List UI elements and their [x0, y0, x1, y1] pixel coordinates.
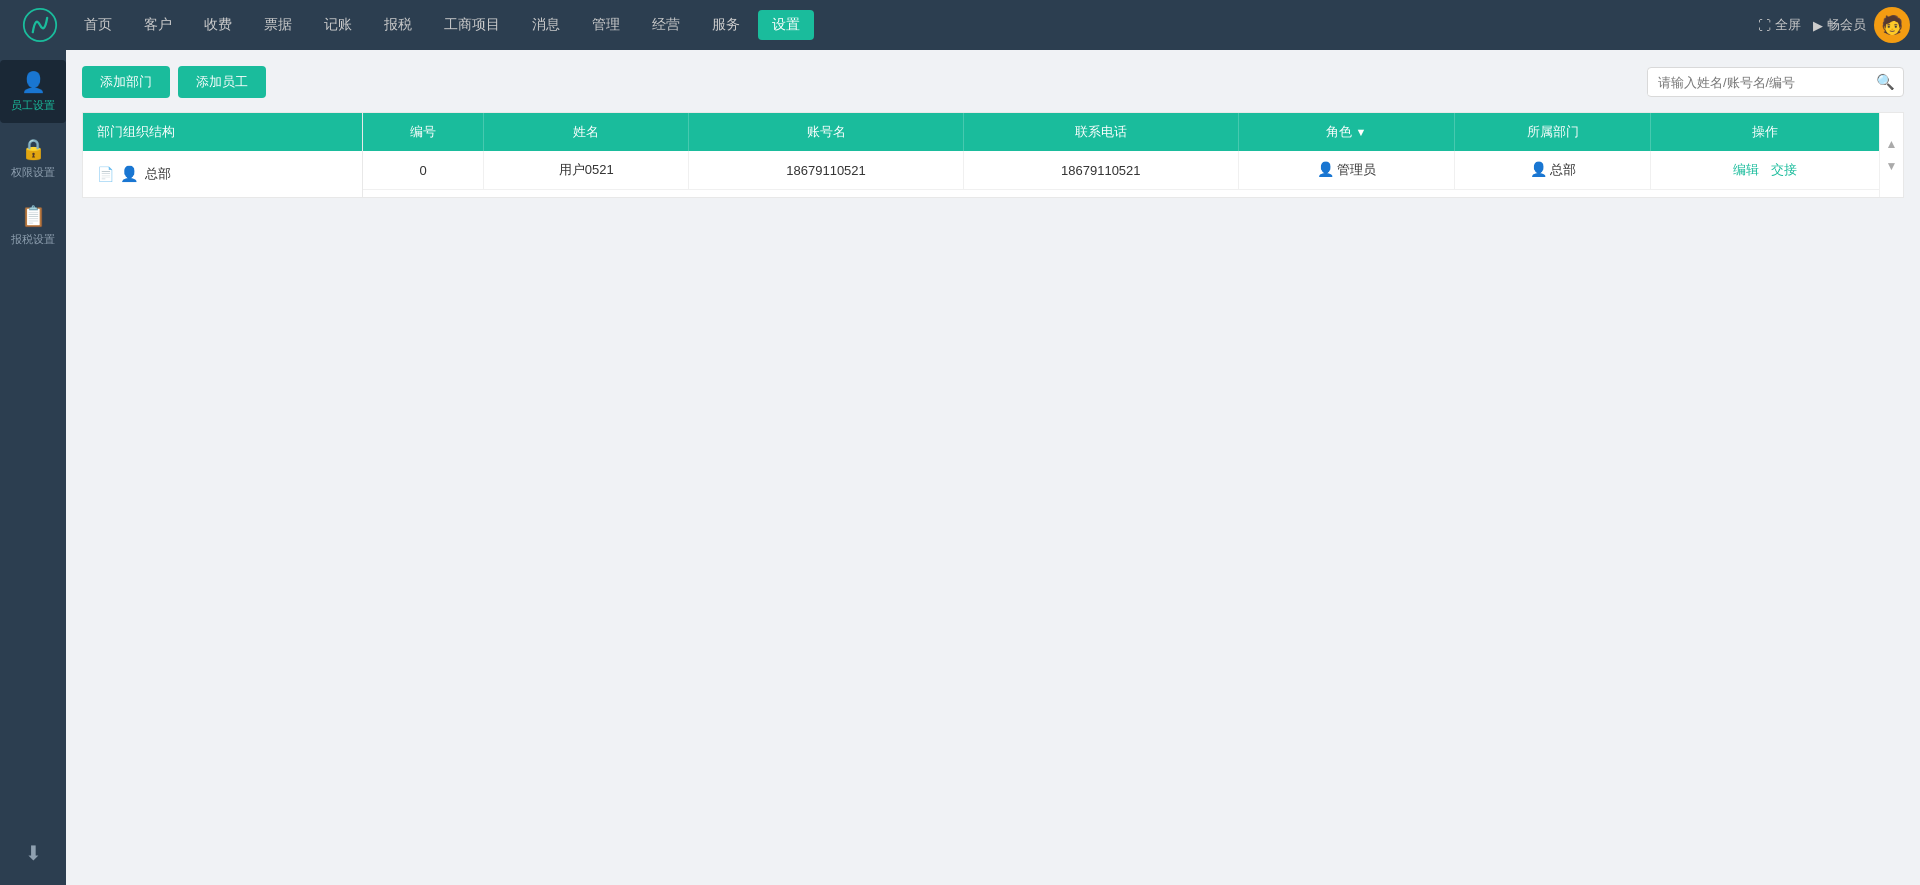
sidebar: 👤 员工设置 🔒 权限设置 📋 报税设置 ⬇ — [0, 50, 66, 885]
top-nav: 首页客户收费票据记账报税工商项目消息管理经营服务设置 ⛶ 全屏 ▶ 畅会员 🧑 — [0, 0, 1920, 50]
nav-item-报税[interactable]: 报税 — [370, 10, 426, 40]
table-row: 0用户05211867911052118679110521👤管理员👤总部编辑 交… — [363, 151, 1879, 190]
td-account: 18679110521 — [689, 151, 964, 190]
dept-name: 总部 — [145, 165, 171, 183]
nav-item-设置[interactable]: 设置 — [758, 10, 814, 40]
sidebar-bottom: ⬇ — [21, 831, 46, 885]
user-badge-icon: 👤 — [1530, 161, 1547, 177]
toolbar-left: 添加部门 添加员工 — [82, 66, 266, 98]
nav-item-服务[interactable]: 服务 — [698, 10, 754, 40]
nav-item-工商项目[interactable]: 工商项目 — [430, 10, 514, 40]
file-icon: 📄 — [97, 166, 114, 182]
user-badge-icon: 👤 — [1317, 161, 1334, 177]
action-编辑[interactable]: 编辑 — [1733, 162, 1759, 177]
td-name: 用户0521 — [484, 151, 689, 190]
th-name: 姓名 — [484, 113, 689, 151]
logo-icon — [22, 7, 58, 43]
nav-item-票据[interactable]: 票据 — [250, 10, 306, 40]
main-content: 添加部门 添加员工 🔍 部门组织结构 📄 👤 总部 — [66, 50, 1920, 885]
dept-panel-header: 部门组织结构 — [83, 113, 362, 151]
nav-item-客户[interactable]: 客户 — [130, 10, 186, 40]
th-role[interactable]: 角色▼ — [1238, 113, 1454, 151]
search-button[interactable]: 🔍 — [1868, 68, 1903, 96]
btn-label: 畅会员 — [1827, 16, 1866, 34]
td-dept: 👤总部 — [1454, 151, 1650, 190]
action-交接[interactable]: 交接 — [1771, 162, 1797, 177]
add-employee-button[interactable]: 添加员工 — [178, 66, 266, 98]
sidebar-label-1: 权限设置 — [11, 165, 55, 180]
nav-right-btn-畅会员[interactable]: ▶ 畅会员 — [1813, 16, 1866, 34]
sidebar-icon-0: 👤 — [21, 70, 46, 94]
sidebar-item-2[interactable]: 📋 报税设置 — [0, 194, 66, 257]
toolbar: 添加部门 添加员工 🔍 — [82, 66, 1904, 98]
td-phone: 18679110521 — [963, 151, 1238, 190]
nav-item-经营[interactable]: 经营 — [638, 10, 694, 40]
nav-item-消息[interactable]: 消息 — [518, 10, 574, 40]
th-account: 账号名 — [689, 113, 964, 151]
td-action: 编辑 交接 — [1651, 151, 1879, 190]
data-table: 编号姓名账号名联系电话角色▼所属部门操作 0用户0521186791105211… — [363, 113, 1879, 190]
add-dept-button[interactable]: 添加部门 — [82, 66, 170, 98]
avatar[interactable]: 🧑 — [1874, 7, 1910, 43]
th-dept: 所属部门 — [1454, 113, 1650, 151]
search-input[interactable] — [1648, 70, 1868, 95]
nav-item-记账[interactable]: 记账 — [310, 10, 366, 40]
nav-right-btn-全屏[interactable]: ⛶ 全屏 — [1758, 16, 1801, 34]
scroll-up-arrow[interactable]: ▲ — [1882, 133, 1902, 155]
scroll-arrows: ▲ ▼ — [1879, 113, 1903, 197]
dept-tree: 📄 👤 总部 — [83, 151, 362, 197]
table-header-row: 编号姓名账号名联系电话角色▼所属部门操作 — [363, 113, 1879, 151]
dept-panel: 部门组织结构 📄 👤 总部 — [83, 113, 363, 197]
main-layout: 👤 员工设置 🔒 权限设置 📋 报税设置 ⬇ 添加部门 添加员工 🔍 部门组织结构 📄 — [0, 50, 1920, 885]
sidebar-label-2: 报税设置 — [11, 232, 55, 247]
nav-items: 首页客户收费票据记账报税工商项目消息管理经营服务设置 — [70, 10, 1758, 40]
table-body: 0用户05211867911052118679110521👤管理员👤总部编辑 交… — [363, 151, 1879, 190]
sidebar-label-0: 员工设置 — [11, 98, 55, 113]
nav-item-管理[interactable]: 管理 — [578, 10, 634, 40]
table-area: 部门组织结构 📄 👤 总部 编号姓名账号名联系电话角色▼所属部门操作 0用户05… — [82, 112, 1904, 198]
th-action: 操作 — [1651, 113, 1879, 151]
btn-icon: ⛶ — [1758, 18, 1771, 33]
dept-tree-item[interactable]: 📄 👤 总部 — [93, 159, 352, 189]
sidebar-bottom-item-0[interactable]: ⬇ — [21, 831, 46, 875]
btn-icon: ▶ — [1813, 18, 1823, 33]
sidebar-bottom-icon-0: ⬇ — [25, 841, 42, 865]
sidebar-icon-1: 🔒 — [21, 137, 46, 161]
user-dept-icon: 👤 — [120, 165, 139, 183]
search-box: 🔍 — [1647, 67, 1904, 97]
td-role: 👤管理员 — [1238, 151, 1454, 190]
logo-area — [10, 7, 70, 43]
th-phone: 联系电话 — [963, 113, 1238, 151]
td-id: 0 — [363, 151, 484, 190]
employee-table: 编号姓名账号名联系电话角色▼所属部门操作 0用户0521186791105211… — [363, 113, 1879, 197]
sidebar-item-1[interactable]: 🔒 权限设置 — [0, 127, 66, 190]
nav-item-收费[interactable]: 收费 — [190, 10, 246, 40]
nav-item-首页[interactable]: 首页 — [70, 10, 126, 40]
sidebar-icon-2: 📋 — [21, 204, 46, 228]
nav-right: ⛶ 全屏 ▶ 畅会员 — [1758, 16, 1866, 34]
sidebar-item-0[interactable]: 👤 员工设置 — [0, 60, 66, 123]
scroll-down-arrow[interactable]: ▼ — [1882, 155, 1902, 177]
btn-label: 全屏 — [1775, 16, 1801, 34]
filter-icon-role[interactable]: ▼ — [1355, 126, 1366, 138]
action-divider — [1763, 162, 1767, 177]
th-id: 编号 — [363, 113, 484, 151]
